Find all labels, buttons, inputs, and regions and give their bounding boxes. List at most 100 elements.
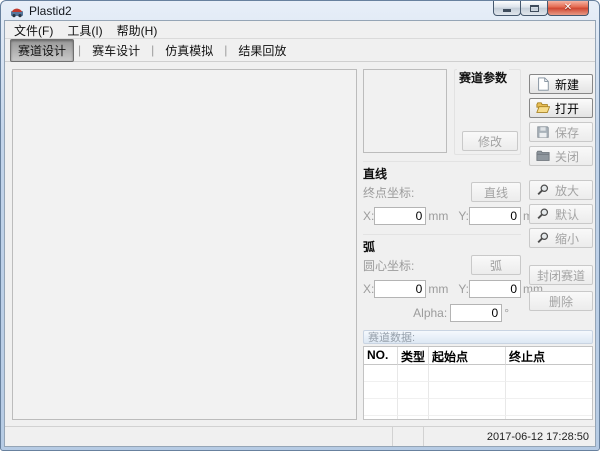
tab-separator: | <box>74 43 85 57</box>
table-cell <box>429 399 506 416</box>
table-cell <box>429 382 506 399</box>
minimize-button[interactable] <box>493 1 521 16</box>
column-header-no[interactable]: NO. <box>364 347 398 365</box>
client-area: 文件(F) 工具(I) 帮助(H) 赛道设计 | 赛车设计 | 仿真模拟 | 结… <box>4 20 596 447</box>
line-y-input[interactable] <box>469 207 521 225</box>
arc-x-unit: mm <box>428 282 448 296</box>
arc-button[interactable]: 弧 <box>471 255 521 275</box>
track-data-header: 赛道数据: <box>363 330 593 344</box>
new-file-icon <box>536 77 550 91</box>
close-button[interactable]: ✕ <box>547 1 589 16</box>
table-cell <box>429 416 506 420</box>
tab-separator: | <box>147 43 158 57</box>
open-button[interactable]: 打开 <box>529 98 593 118</box>
menu-bar: 文件(F) 工具(I) 帮助(H) <box>5 21 595 39</box>
default-view-button-label: 默认 <box>555 206 579 223</box>
table-cell <box>398 399 429 416</box>
track-data-table: NO. 类型 起始点 终止点 <box>363 346 593 420</box>
zoom-in-button[interactable]: 放大 <box>529 180 593 200</box>
save-button-label: 保存 <box>555 124 579 141</box>
arc-section-title: 弧 <box>363 238 521 253</box>
tab-car-design[interactable]: 赛车设计 <box>85 40 147 61</box>
tab-track-design[interactable]: 赛道设计 <box>10 39 74 62</box>
table-cell <box>398 382 429 399</box>
modify-button[interactable]: 修改 <box>462 131 518 151</box>
close-file-button[interactable]: 关闭 <box>529 146 593 166</box>
line-x-unit: mm <box>428 209 448 223</box>
zoom-in-button-label: 放大 <box>555 182 579 199</box>
delete-button[interactable]: 删除 <box>529 291 593 311</box>
arc-y-input[interactable] <box>469 280 521 298</box>
line-x-input[interactable] <box>374 207 426 225</box>
tab-simulation[interactable]: 仿真模拟 <box>158 40 220 61</box>
tab-bar: 赛道设计 | 赛车设计 | 仿真模拟 | 结果回放 <box>5 39 595 62</box>
line-section: 直线 终点坐标: 直线 X: mm <box>363 161 521 228</box>
column-header-end[interactable]: 终止点 <box>506 347 592 365</box>
window-title: Plastid2 <box>29 4 72 18</box>
app-icon <box>10 4 24 18</box>
window-controls: ✕ <box>494 1 589 16</box>
status-pane <box>5 427 392 446</box>
table-cell <box>429 365 506 382</box>
right-panel: 赛道参数 修改 直线 终点坐标: 直线 <box>363 69 593 420</box>
table-cell <box>506 399 592 416</box>
maximize-icon <box>530 5 539 12</box>
main-content: 赛道参数 修改 直线 终点坐标: 直线 <box>5 62 595 426</box>
closed-folder-icon <box>536 149 550 163</box>
column-header-type[interactable]: 类型 <box>398 347 429 365</box>
endpoint-coord-label: 终点坐标: <box>363 184 414 201</box>
alpha-label: Alpha: <box>413 306 447 320</box>
status-bar: 2017-06-12 17:28:50 <box>5 426 595 446</box>
maximize-button[interactable] <box>520 1 548 16</box>
zoom-out-button-label: 缩小 <box>555 230 579 247</box>
table-cell <box>364 382 398 399</box>
arc-section: 弧 圆心坐标: 弧 X: mm <box>363 234 521 325</box>
line-button[interactable]: 直线 <box>471 182 521 202</box>
table-cell <box>364 399 398 416</box>
tab-separator: | <box>220 43 231 57</box>
arc-x-input[interactable] <box>374 280 426 298</box>
new-button-label: 新建 <box>555 76 579 93</box>
status-datetime: 2017-06-12 17:28:50 <box>423 427 595 446</box>
line-y-label: Y: <box>458 209 469 223</box>
table-cell <box>506 382 592 399</box>
table-cell <box>364 416 398 420</box>
open-folder-icon <box>536 101 550 115</box>
title-bar[interactable]: Plastid2 ✕ <box>4 1 596 20</box>
action-buttons-column: 新建 打开 <box>529 69 593 325</box>
close-track-button[interactable]: 封闭赛道 <box>529 265 593 285</box>
menu-help[interactable]: 帮助(H) <box>110 21 165 40</box>
status-pane <box>392 427 423 446</box>
alpha-unit: ° <box>504 306 509 320</box>
arc-y-label: Y: <box>458 282 469 296</box>
table-cell <box>398 365 429 382</box>
new-button[interactable]: 新建 <box>529 74 593 94</box>
magnifier-icon <box>536 207 550 221</box>
close-icon: ✕ <box>564 3 572 13</box>
table-cell <box>364 365 398 382</box>
tab-playback[interactable]: 结果回放 <box>231 40 293 61</box>
magnifier-icon <box>536 231 550 245</box>
track-preview-box <box>363 69 447 153</box>
close-file-button-label: 关闭 <box>555 148 579 165</box>
save-button[interactable]: 保存 <box>529 122 593 142</box>
line-section-title: 直线 <box>363 165 521 180</box>
track-params-title: 赛道参数 <box>457 69 509 86</box>
open-button-label: 打开 <box>555 100 579 117</box>
menu-tools[interactable]: 工具(I) <box>60 21 109 40</box>
minimize-icon <box>503 9 511 12</box>
save-icon <box>536 125 550 139</box>
column-header-start[interactable]: 起始点 <box>429 347 506 365</box>
default-view-button[interactable]: 默认 <box>529 204 593 224</box>
track-canvas[interactable] <box>12 69 357 420</box>
menu-file[interactable]: 文件(F) <box>7 21 60 40</box>
table-cell <box>506 365 592 382</box>
center-coord-label: 圆心坐标: <box>363 257 414 274</box>
table-cell <box>398 416 429 420</box>
zoom-out-button[interactable]: 缩小 <box>529 228 593 248</box>
line-x-label: X: <box>363 209 374 223</box>
table-cell <box>506 416 592 420</box>
app-window: Plastid2 ✕ 文件(F) 工具(I) 帮助(H) 赛道设计 | 赛车设计… <box>0 0 600 451</box>
alpha-input[interactable] <box>450 304 502 322</box>
magnifier-icon <box>536 183 550 197</box>
